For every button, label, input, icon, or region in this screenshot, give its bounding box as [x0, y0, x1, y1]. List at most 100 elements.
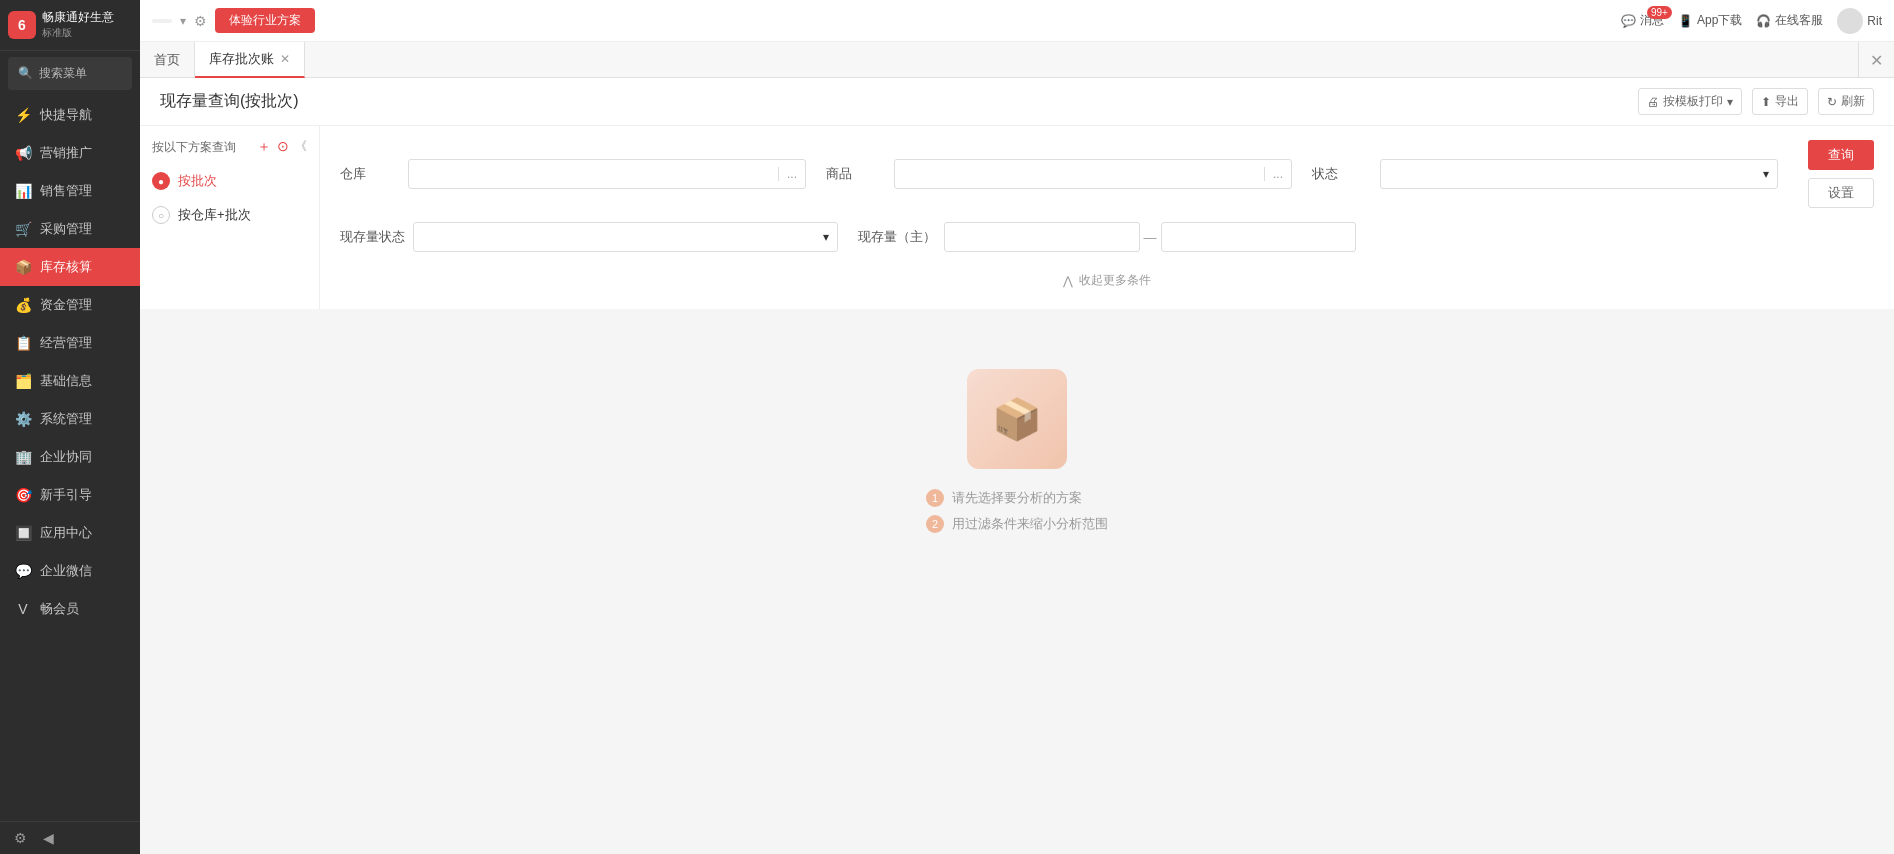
tab-close-btn[interactable]: ✕ [1858, 42, 1894, 78]
sidebar-item-label: 畅会员 [40, 600, 79, 618]
product-text-input[interactable] [895, 167, 1264, 181]
refresh-btn[interactable]: ↻ 刷新 [1818, 88, 1874, 115]
breadcrumb [152, 19, 172, 23]
online-service-btn[interactable]: 🎧 在线客服 [1756, 12, 1823, 29]
settings-footer-btn[interactable]: ⚙ [14, 830, 27, 846]
filter-settings-icon[interactable]: ⊙ [277, 138, 289, 156]
filter-item-batch[interactable]: ● 按批次 [140, 164, 319, 198]
status-select[interactable]: ▾ [1380, 159, 1778, 189]
message-btn[interactable]: 💬 消息 99+ [1621, 12, 1664, 29]
wechat-icon: 💬 [14, 562, 32, 580]
sidebar-item-purchase[interactable]: 🛒 采购管理 [0, 210, 140, 248]
guide-icon: 🎯 [14, 486, 32, 504]
product-input[interactable]: ... [894, 159, 1292, 189]
topbar-gear-btn[interactable]: ⚙ [194, 13, 207, 29]
sidebar-item-label: 营销推广 [40, 144, 92, 162]
app-download-btn[interactable]: 📱 App下载 [1678, 12, 1742, 29]
system-icon: ⚙️ [14, 410, 32, 428]
filter-row-2: 现存量状态 ▾ 现存量（主） — [340, 222, 1874, 252]
topbar-dropdown-btn[interactable]: ▾ [180, 14, 186, 28]
inventory-qty-max[interactable] [1161, 222, 1357, 252]
filter-sidebar: 按以下方案查询 ＋ ⊙ 《 ● 按批次 ○ 按仓库+批次 [140, 126, 320, 309]
status-label: 状态 [1312, 165, 1372, 183]
sidebar-item-basic[interactable]: 🗂️ 基础信息 [0, 362, 140, 400]
print-label: 按模板打印 [1663, 93, 1723, 110]
operation-icon: 📋 [14, 334, 32, 352]
message-icon: 💬 [1621, 14, 1636, 28]
collapse-sidebar-btn[interactable]: ◀ [43, 830, 54, 846]
filter-row-1: 仓库 ... 商品 ... 状态 [340, 140, 1874, 208]
filter-field-inventory-qty: 现存量（主） — [858, 222, 1356, 252]
sidebar-item-quick-nav[interactable]: ⚡ 快捷导航 [0, 96, 140, 134]
empty-tip-2: 2 用过滤条件来缩小分析范围 [926, 515, 1108, 533]
filter-collapse-icon[interactable]: 《 [295, 138, 307, 156]
sidebar-item-marketing[interactable]: 📢 营销推广 [0, 134, 140, 172]
page-header: 现存量查询(按批次) 🖨 按模板打印 ▾ ⬆ 导出 ↻ 刷新 [140, 78, 1894, 126]
tab-home[interactable]: 首页 [140, 42, 195, 78]
company-info: 畅康通好生意 标准版 [42, 10, 114, 40]
sidebar-item-label: 快捷导航 [40, 106, 92, 124]
user-name: Rit [1867, 14, 1882, 28]
filter-warehouse-batch-icon: ○ [152, 206, 170, 224]
warehouse-text-input[interactable] [409, 167, 778, 181]
tab-batch-account[interactable]: 库存批次账 ✕ [195, 42, 305, 78]
collapse-more-btn[interactable]: ⋀ 收起更多条件 [340, 266, 1874, 295]
sidebar-item-guide[interactable]: 🎯 新手引导 [0, 476, 140, 514]
sidebar-item-label: 基础信息 [40, 372, 92, 390]
finance-icon: 💰 [14, 296, 32, 314]
warehouse-dots-btn[interactable]: ... [778, 167, 805, 181]
app-version: 标准版 [42, 26, 114, 40]
filter-batch-label: 按批次 [178, 172, 217, 190]
headset-icon: 🎧 [1756, 14, 1771, 28]
search-icon: 🔍 [18, 66, 33, 80]
tab-batch-account-label: 库存批次账 [209, 50, 274, 68]
sidebar-item-label: 销售管理 [40, 182, 92, 200]
inventory-qty-min[interactable] [944, 222, 1140, 252]
filter-field-inventory-status: 现存量状态 ▾ [340, 222, 838, 252]
sidebar-item-inventory[interactable]: 📦 库存核算 [0, 248, 140, 286]
export-btn[interactable]: ⬆ 导出 [1752, 88, 1808, 115]
tab-close-icon[interactable]: ✕ [280, 52, 290, 66]
search-menu[interactable]: 🔍 搜索菜单 [8, 57, 132, 90]
sidebar-item-label: 企业协同 [40, 448, 92, 466]
product-dots-btn[interactable]: ... [1264, 167, 1291, 181]
sidebar-item-label: 企业微信 [40, 562, 92, 580]
sidebar-item-system[interactable]: ⚙️ 系统管理 [0, 400, 140, 438]
refresh-icon: ↻ [1827, 95, 1837, 109]
sidebar-item-operation[interactable]: 📋 经营管理 [0, 324, 140, 362]
inventory-icon: 📦 [14, 258, 32, 276]
filter-field-warehouse: 仓库 ... [340, 159, 806, 189]
sidebar-item-finance[interactable]: 💰 资金管理 [0, 286, 140, 324]
filter-sidebar-icons: ＋ ⊙ 《 [257, 138, 307, 156]
message-badge: 99+ [1647, 6, 1672, 19]
tip-text-2: 用过滤条件来缩小分析范围 [952, 515, 1108, 533]
refresh-label: 刷新 [1841, 93, 1865, 110]
sidebar-item-wechat[interactable]: 💬 企业微信 [0, 552, 140, 590]
sidebar-item-sales[interactable]: 📊 销售管理 [0, 172, 140, 210]
filter-add-icon[interactable]: ＋ [257, 138, 271, 156]
sidebar-item-label: 新手引导 [40, 486, 92, 504]
filter-item-warehouse-batch[interactable]: ○ 按仓库+批次 [140, 198, 319, 232]
sidebar-nav: ⚡ 快捷导航 📢 营销推广 📊 销售管理 🛒 采购管理 📦 库存核算 💰 资金管… [0, 96, 140, 821]
settings-button[interactable]: 设置 [1808, 178, 1874, 208]
query-button[interactable]: 查询 [1808, 140, 1874, 170]
topbar: ▾ ⚙ 体验行业方案 💬 消息 99+ 📱 App下载 🎧 在线客服 Rit [140, 0, 1894, 42]
sidebar-item-label: 应用中心 [40, 524, 92, 542]
sidebar-item-enterprise[interactable]: 🏢 企业协同 [0, 438, 140, 476]
print-btn[interactable]: 🖨 按模板打印 ▾ [1638, 88, 1742, 115]
product-label: 商品 [826, 165, 886, 183]
chevron-up-icon: ⋀ [1063, 274, 1073, 288]
warehouse-label: 仓库 [340, 165, 400, 183]
tip-num-1: 1 [926, 489, 944, 507]
user-profile-btn[interactable]: Rit [1837, 8, 1882, 34]
sidebar-item-member[interactable]: V 畅会员 [0, 590, 140, 628]
empty-illustration: 📦 [967, 369, 1067, 469]
avatar [1837, 8, 1863, 34]
filter-sidebar-header: 按以下方案查询 ＋ ⊙ 《 [140, 138, 319, 164]
sidebar-item-app-center[interactable]: 🔲 应用中心 [0, 514, 140, 552]
warehouse-input[interactable]: ... [408, 159, 806, 189]
inventory-status-select[interactable]: ▾ [413, 222, 838, 252]
status-dropdown-icon: ▾ [1763, 167, 1769, 181]
trial-btn[interactable]: 体验行业方案 [215, 8, 315, 33]
tip-text-1: 请先选择要分析的方案 [952, 489, 1082, 507]
